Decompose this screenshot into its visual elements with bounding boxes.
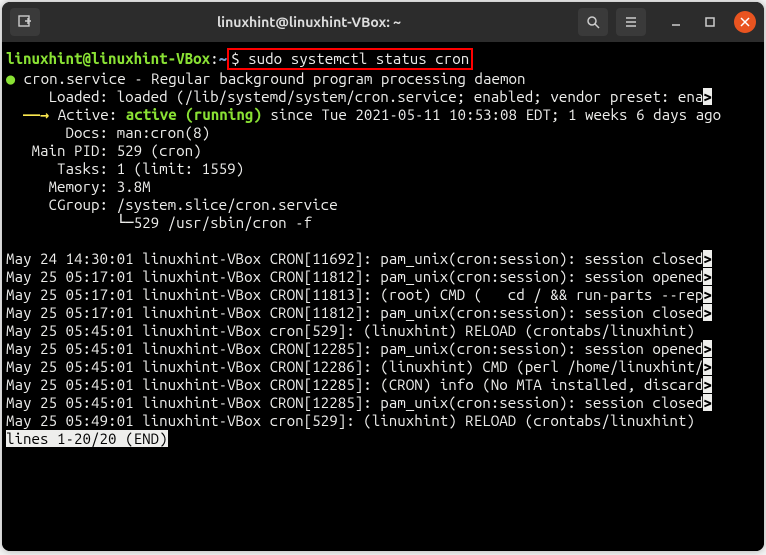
log-line: May 25 05:17:01 linuxhint-VBox CRON[1181… — [6, 268, 703, 285]
log-line: May 25 05:45:01 linuxhint-VBox CRON[1228… — [6, 358, 703, 375]
log-line: May 25 05:45:01 linuxhint-VBox CRON[1228… — [6, 376, 703, 393]
docs-line: Docs: man:cron(8) — [6, 124, 210, 141]
maximize-button[interactable] — [700, 12, 720, 32]
tasks-line: Tasks: 1 (limit: 1559) — [6, 160, 244, 177]
arrow-icon: ——→ — [6, 106, 49, 123]
log-line: May 24 14:30:01 linuxhint-VBox CRON[1169… — [6, 250, 703, 267]
search-button[interactable] — [578, 8, 608, 36]
mainpid-line: Main PID: 529 (cron) — [6, 142, 202, 159]
unit-line: cron.service - Regular background progra… — [24, 70, 526, 87]
terminal-content: linuxhint@linuxhint-VBox:~$ sudo systemc… — [6, 48, 760, 448]
search-icon — [586, 15, 600, 29]
close-icon — [740, 17, 750, 27]
log-line: May 25 05:45:01 linuxhint-VBox CRON[1228… — [6, 340, 703, 357]
active-since: since Tue 2021-05-11 10:53:08 EDT; 1 wee… — [262, 106, 721, 123]
status-dot-icon: ● — [6, 70, 15, 87]
active-value: active (running) — [126, 106, 262, 123]
cgroup-line-2: └─529 /usr/sbin/cron -f — [6, 214, 312, 231]
command-text: sudo systemctl status cron — [248, 50, 469, 67]
loaded-line: Loaded: loaded (/lib/systemd/system/cron… — [6, 88, 703, 105]
new-tab-button[interactable] — [10, 8, 40, 36]
log-line: May 25 05:17:01 linuxhint-VBox CRON[1181… — [6, 304, 703, 321]
prompt-userhost: linuxhint@linuxhint-VBox — [6, 50, 210, 67]
window-title: linuxhint@linuxhint-VBox: ~ — [40, 14, 578, 30]
memory-line: Memory: 3.8M — [6, 178, 151, 195]
prompt-path: ~ — [219, 50, 228, 67]
titlebar-right — [578, 8, 756, 36]
menu-button[interactable] — [616, 8, 646, 36]
terminal-body[interactable]: linuxhint@linuxhint-VBox:~$ sudo systemc… — [2, 42, 764, 551]
pager-status: lines 1-20/20 (END) — [6, 430, 168, 447]
cgroup-line-1: CGroup: /system.slice/cron.service — [6, 196, 338, 213]
log-line: May 25 05:45:01 linuxhint-VBox CRON[1228… — [6, 394, 703, 411]
window-controls — [666, 11, 756, 33]
command-highlight-box: $ sudo systemctl status cron — [227, 48, 473, 70]
terminal-window: linuxhint@linuxhint-VBox: ~ linuxhin — [2, 2, 764, 551]
titlebar: linuxhint@linuxhint-VBox: ~ — [2, 2, 764, 42]
log-line: May 25 05:17:01 linuxhint-VBox CRON[1181… — [6, 286, 703, 303]
minimize-icon — [670, 16, 682, 28]
continuation-marker: > — [703, 88, 712, 105]
log-line: May 25 05:49:01 linuxhint-VBox cron[529]… — [6, 412, 695, 429]
hamburger-icon — [624, 15, 638, 29]
active-label — [49, 106, 58, 123]
log-line: May 25 05:45:01 linuxhint-VBox cron[529]… — [6, 322, 695, 339]
titlebar-left — [10, 8, 40, 36]
maximize-icon — [704, 16, 716, 28]
minimize-button[interactable] — [666, 12, 686, 32]
close-button[interactable] — [734, 11, 756, 33]
